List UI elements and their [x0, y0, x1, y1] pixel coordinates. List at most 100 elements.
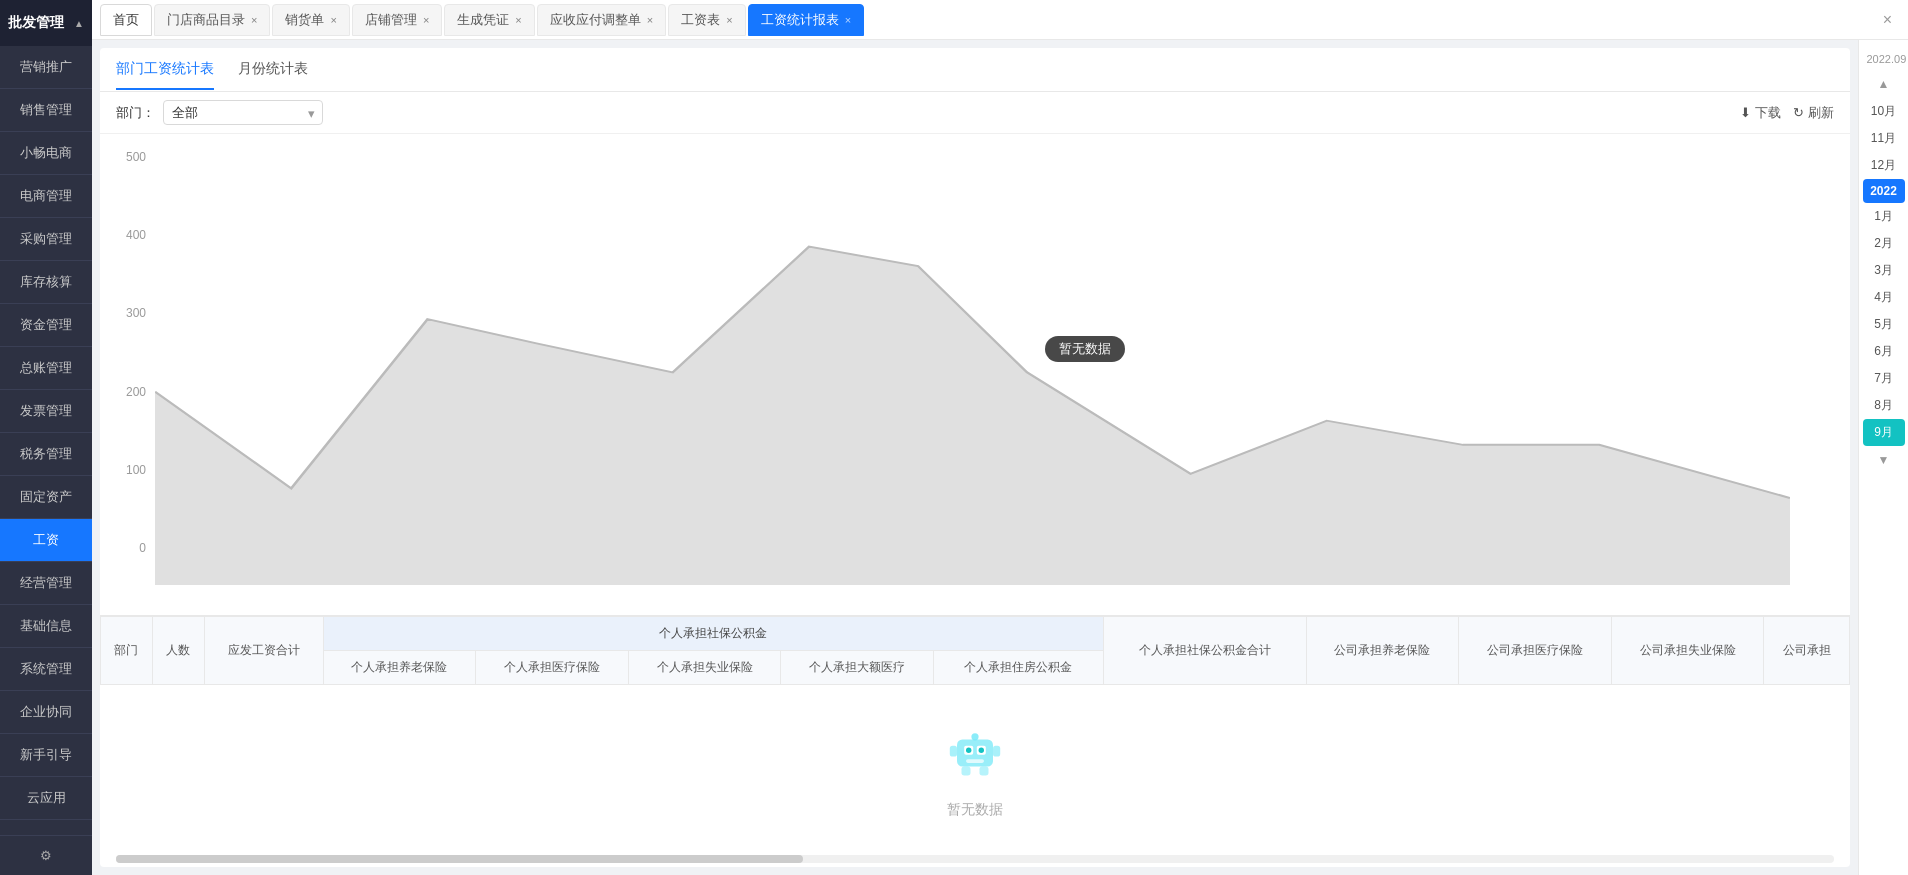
- download-button[interactable]: ⬇ 下载: [1740, 104, 1781, 122]
- sidebar-item-zijin[interactable]: 资金管理: [0, 304, 92, 347]
- tab-close-payroll[interactable]: ×: [726, 14, 732, 26]
- sidebar-item-jichu[interactable]: 基础信息: [0, 605, 92, 648]
- main-area: 首页门店商品目录×销货单×店铺管理×生成凭证×应收应付调整单×工资表×工资统计报…: [92, 0, 1908, 875]
- svg-rect-9: [993, 746, 1000, 757]
- date-item-7月[interactable]: 7月: [1863, 365, 1905, 392]
- download-label: 下载: [1755, 104, 1781, 122]
- refresh-label: 刷新: [1808, 104, 1834, 122]
- horizontal-scrollbar[interactable]: [116, 855, 1834, 863]
- sidebar-item-xiaochang[interactable]: 小畅电商: [0, 132, 92, 175]
- tab-close-catalog[interactable]: ×: [251, 14, 257, 26]
- close-window-button[interactable]: ×: [1875, 11, 1900, 29]
- sidebar-item-xinshou[interactable]: 新手引导: [0, 734, 92, 777]
- table-area: 部门人数应发工资合计个人承担社保公积金个人承担社保公积金合计公司承担养老保险公司…: [100, 615, 1850, 867]
- date-item-12月[interactable]: 12月: [1863, 152, 1905, 179]
- tab-close-voucher[interactable]: ×: [515, 14, 521, 26]
- date-item-11月[interactable]: 11月: [1863, 125, 1905, 152]
- tab-label-shop: 店铺管理: [365, 11, 417, 29]
- sidebar-item-caigou[interactable]: 采购管理: [0, 218, 92, 261]
- sidebar-item-kucun[interactable]: 库存核算: [0, 261, 92, 304]
- sidebar: 批发管理 ▲ 营销推广销售管理小畅电商电商管理采购管理库存核算资金管理总账管理发…: [0, 0, 92, 875]
- sidebar-item-guchan[interactable]: 固定资产: [0, 476, 92, 519]
- refresh-icon: ↻: [1793, 105, 1804, 120]
- date-item-3月[interactable]: 3月: [1863, 257, 1905, 284]
- chart-area: 5004003002001000 暂无数据: [100, 134, 1850, 615]
- date-item-2022[interactable]: 2022: [1863, 179, 1905, 203]
- no-data-label: 暂无数据: [1059, 341, 1111, 356]
- empty-state: 暂无数据: [101, 685, 1850, 851]
- empty-state-label: 暂无数据: [947, 801, 1003, 819]
- svg-point-5: [979, 748, 984, 753]
- table-header: 公司承担养老保险: [1306, 617, 1459, 685]
- data-table: 部门人数应发工资合计个人承担社保公积金个人承担社保公积金合计公司承担养老保险公司…: [100, 616, 1850, 851]
- refresh-button[interactable]: ↻ 刷新: [1793, 104, 1834, 122]
- svg-point-4: [966, 748, 971, 753]
- close-window-icon: ×: [1883, 11, 1892, 29]
- sidebar-item-fapiao[interactable]: 发票管理: [0, 390, 92, 433]
- tab-voucher[interactable]: 生成凭证 ×: [444, 4, 534, 36]
- dept-select-wrap[interactable]: 全部: [163, 100, 323, 125]
- date-item-9月[interactable]: 9月: [1863, 419, 1905, 446]
- tab-label-receivable: 应收应付调整单: [550, 11, 641, 29]
- no-data-tooltip: 暂无数据: [1045, 336, 1125, 362]
- tab-catalog[interactable]: 门店商品目录 ×: [154, 4, 270, 36]
- date-nav-down[interactable]: ▼: [1872, 448, 1896, 472]
- table-header: 公司承担: [1764, 617, 1850, 685]
- tab-close-report[interactable]: ×: [845, 14, 851, 26]
- tab-payroll[interactable]: 工资表×: [668, 4, 745, 36]
- date-item-6月[interactable]: 6月: [1863, 338, 1905, 365]
- tab-shop[interactable]: 店铺管理 ×: [352, 4, 442, 36]
- sidebar-item-yun[interactable]: 云应用: [0, 777, 92, 820]
- sidebar-title-label: 批发管理: [8, 14, 64, 32]
- tab-label-catalog: 门店商品目录: [167, 11, 245, 29]
- tab-receivable[interactable]: 应收应付调整单 ×: [537, 4, 666, 36]
- tab-label-home: 首页: [113, 11, 139, 29]
- tab-bar: 首页门店商品目录×销货单×店铺管理×生成凭证×应收应付调整单×工资表×工资统计报…: [92, 0, 1908, 40]
- table-header: 公司承担失业保险: [1611, 617, 1764, 685]
- svg-rect-11: [980, 767, 989, 776]
- svg-rect-8: [950, 746, 957, 757]
- tab-close-shop[interactable]: ×: [423, 14, 429, 26]
- tab-sales[interactable]: 销货单 ×: [272, 4, 349, 36]
- table-header: 个人承担社保公积金: [323, 617, 1103, 651]
- tab-label-voucher: 生成凭证: [457, 11, 509, 29]
- toolbar-left: 部门： 全部: [116, 100, 323, 125]
- y-label: 400: [116, 228, 146, 242]
- sidebar-title[interactable]: 批发管理 ▲: [0, 0, 92, 46]
- date-item-2月[interactable]: 2月: [1863, 230, 1905, 257]
- date-item-1月[interactable]: 1月: [1863, 203, 1905, 230]
- sidebar-item-yingxiao[interactable]: 营销推广: [0, 46, 92, 89]
- svg-rect-7: [971, 733, 978, 740]
- sidebar-item-xitong[interactable]: 系统管理: [0, 648, 92, 691]
- sidebar-item-dianshangg[interactable]: 电商管理: [0, 175, 92, 218]
- date-item-4月[interactable]: 4月: [1863, 284, 1905, 311]
- tab-home[interactable]: 首页: [100, 4, 152, 36]
- sub-tab-dept[interactable]: 部门工资统计表: [116, 50, 214, 90]
- sidebar-item-xiaoshou[interactable]: 销售管理: [0, 89, 92, 132]
- tab-report[interactable]: 工资统计报表 ×: [748, 4, 864, 36]
- table-sub-header: 个人承担大额医疗: [781, 651, 934, 685]
- sidebar-item-jingying[interactable]: 经营管理: [0, 562, 92, 605]
- date-item-8月[interactable]: 8月: [1863, 392, 1905, 419]
- table-header: 个人承担社保公积金合计: [1103, 617, 1306, 685]
- tab-close-sales[interactable]: ×: [330, 14, 336, 26]
- sidebar-item-zhangmu[interactable]: 总账管理: [0, 347, 92, 390]
- tab-close-receivable[interactable]: ×: [647, 14, 653, 26]
- date-item-10月[interactable]: 10月: [1863, 98, 1905, 125]
- scrollbar-thumb[interactable]: [116, 855, 803, 863]
- sidebar-item-qiye[interactable]: 企业协同: [0, 691, 92, 734]
- sidebar-settings[interactable]: ⚙: [0, 835, 92, 875]
- dept-label: 部门：: [116, 104, 155, 122]
- content-area: 部门工资统计表月份统计表 部门： 全部 ⬇ 下载: [92, 40, 1908, 875]
- sidebar-item-gongzi[interactable]: 工资: [0, 519, 92, 562]
- sub-tabs: 部门工资统计表月份统计表: [100, 48, 1850, 92]
- sub-tab-month[interactable]: 月份统计表: [238, 50, 308, 90]
- sidebar-item-shuiwu[interactable]: 税务管理: [0, 433, 92, 476]
- date-item-5月[interactable]: 5月: [1863, 311, 1905, 338]
- toolbar: 部门： 全部 ⬇ 下载 ↻ 刷新: [100, 92, 1850, 134]
- table-sub-header: 个人承担住房公积金: [934, 651, 1103, 685]
- date-nav-up[interactable]: ▲: [1872, 72, 1896, 96]
- tab-label-sales: 销货单: [285, 11, 324, 29]
- dept-select[interactable]: 全部: [163, 100, 323, 125]
- tab-label-report: 工资统计报表: [761, 11, 839, 29]
